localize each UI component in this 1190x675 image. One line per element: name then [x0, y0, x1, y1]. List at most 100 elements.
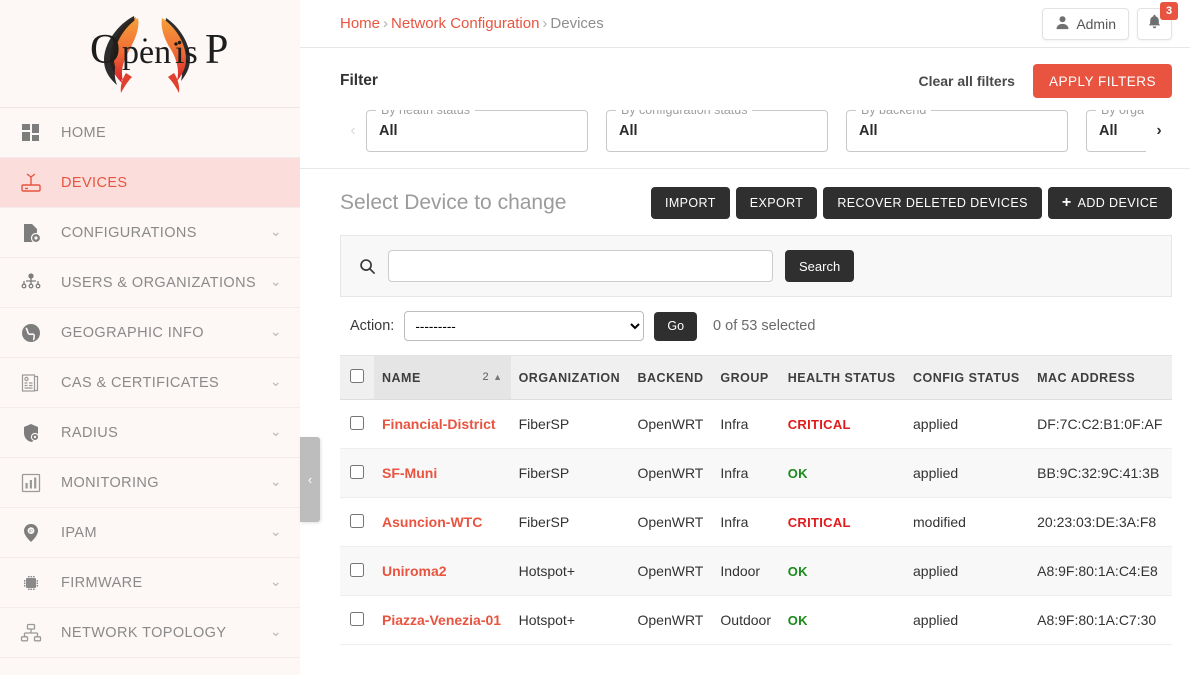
cell-health-status: CRITICAL — [779, 497, 905, 547]
action-go-button[interactable]: Go — [654, 311, 698, 341]
row-checkbox[interactable] — [350, 513, 364, 528]
row-checkbox[interactable] — [350, 611, 364, 626]
chevron-down-icon: ⌄ — [269, 522, 282, 539]
filter-panel: Filter Clear all filters APPLY FILTERS ‹… — [300, 48, 1190, 169]
recover-deleted-devices-button[interactable]: RECOVER DELETED DEVICES — [823, 187, 1042, 219]
sidebar-item-geographic-info[interactable]: GEOGRAPHIC INFO ⌄ — [0, 308, 300, 358]
admin-user-button[interactable]: Admin — [1042, 7, 1129, 40]
filter-by-backend[interactable]: By backend All — [846, 110, 1068, 152]
column-header-label: MAC ADDRESS — [1037, 370, 1136, 385]
grid-icon — [16, 120, 46, 146]
filter-prev-arrow[interactable]: ‹ — [340, 122, 366, 140]
device-link[interactable]: Asuncion-WTC — [382, 514, 482, 530]
sidebar-item-label: FIRMWARE — [61, 574, 143, 591]
filter-label: By configuration status — [616, 110, 753, 117]
export-button[interactable]: EXPORT — [735, 187, 818, 219]
sidebar-item-firmware[interactable]: FIRMWARE ⌄ — [0, 558, 300, 608]
sidebar: O pen is P HOME DEVICES CONFIGURATIONS ⌄… — [0, 0, 300, 675]
apply-filters-button[interactable]: APPLY FILTERS — [1032, 64, 1172, 98]
device-link[interactable]: Piazza-Venezia-01 — [382, 612, 501, 628]
cell-config-status: applied — [905, 595, 1030, 645]
column-header-name[interactable]: NAME 2 ▲ — [374, 355, 511, 400]
device-link[interactable]: Financial-District — [382, 416, 496, 432]
sidebar-item-cas-certificates[interactable]: CAS & CERTIFICATES ⌄ — [0, 358, 300, 408]
sidebar-item-configurations[interactable]: CONFIGURATIONS ⌄ — [0, 208, 300, 258]
sidebar-item-devices[interactable]: DEVICES — [0, 158, 300, 208]
search-input[interactable] — [388, 250, 773, 282]
add-device-button[interactable]: + ADD DEVICE — [1047, 187, 1172, 219]
sidebar-item-label: CAS & CERTIFICATES — [61, 374, 220, 391]
svg-text:IP: IP — [29, 528, 34, 533]
filter-by-organization[interactable]: By orga All — [1086, 110, 1146, 152]
select-all-checkbox[interactable] — [350, 369, 364, 383]
column-header-label: HEALTH STATUS — [787, 370, 896, 385]
filter-by-configuration-status[interactable]: By configuration status All — [606, 110, 828, 152]
cell-config-status: modified — [905, 497, 1030, 547]
sidebar-item-radius[interactable]: RADIUS ⌄ — [0, 408, 300, 458]
sidebar-item-network-topology[interactable]: NETWORK TOPOLOGY ⌄ — [0, 608, 300, 658]
sidebar-collapse-handle[interactable]: ‹ — [300, 437, 320, 522]
row-checkbox[interactable] — [350, 562, 364, 577]
column-header-group[interactable]: GROUP — [712, 355, 780, 400]
action-bar: Action: --------- Go 0 of 53 selected — [340, 297, 1172, 355]
table-row: Financial-District FiberSP OpenWRT Infra… — [340, 399, 1172, 449]
table-row: Uniroma2 Hotspot+ OpenWRT Indoor OK appl… — [340, 546, 1172, 596]
clear-all-filters-button[interactable]: Clear all filters — [918, 73, 1015, 89]
row-checkbox[interactable] — [350, 415, 364, 430]
recover-deleted-devices-label: RECOVER DELETED DEVICES — [837, 196, 1028, 210]
health-status-badge: CRITICAL — [787, 417, 851, 432]
import-button-label: IMPORT — [664, 196, 716, 210]
column-header-health-status[interactable]: HEALTH STATUS — [779, 355, 905, 400]
cell-name: SF-Muni — [374, 448, 511, 498]
cell-mac-address: A8:9F:80:1A:C7:30 — [1029, 595, 1172, 645]
device-link[interactable]: SF-Muni — [382, 465, 437, 481]
topology-icon — [16, 620, 46, 646]
cell-config-status: applied — [905, 546, 1030, 596]
filter-next-arrow[interactable]: › — [1146, 122, 1172, 140]
device-link[interactable]: Uniroma2 — [382, 563, 447, 579]
column-header-backend[interactable]: BACKEND — [629, 355, 713, 400]
column-header-label: BACKEND — [637, 370, 704, 385]
filter-value: All — [1099, 123, 1118, 139]
certificate-icon — [16, 370, 46, 396]
cell-group: Infra — [712, 448, 780, 498]
sidebar-item-home[interactable]: HOME — [0, 108, 300, 158]
row-select-cell — [340, 497, 374, 547]
sidebar-item-label: RADIUS — [61, 424, 119, 441]
action-label: Action: — [350, 318, 395, 334]
notifications-button[interactable]: 3 — [1137, 1, 1178, 40]
cell-group: Indoor — [712, 546, 780, 596]
import-button[interactable]: IMPORT — [650, 187, 730, 219]
chevron-down-icon: ⌄ — [269, 272, 282, 289]
column-header-config-status[interactable]: CONFIG STATUS — [905, 355, 1030, 400]
table-row: Asuncion-WTC FiberSP OpenWRT Infra CRITI… — [340, 497, 1172, 547]
shield-icon — [16, 420, 46, 446]
filter-header: Filter Clear all filters APPLY FILTERS — [340, 64, 1172, 98]
action-select[interactable]: --------- — [404, 311, 645, 341]
cell-name: Piazza-Venezia-01 — [374, 595, 511, 645]
cell-backend: OpenWRT — [629, 448, 713, 498]
cell-name: Financial-District — [374, 399, 511, 449]
row-checkbox[interactable] — [350, 464, 364, 479]
health-status-badge: OK — [787, 564, 808, 579]
filter-by-health-status[interactable]: By health status All — [366, 110, 588, 152]
sidebar-item-ipam[interactable]: IP IPAM ⌄ — [0, 508, 300, 558]
svg-text:pen: pen — [122, 34, 171, 71]
sidebar-item-label: DEVICES — [61, 174, 128, 191]
sidebar-item-users-organizations[interactable]: USERS & ORGANIZATIONS ⌄ — [0, 258, 300, 308]
search-button[interactable]: Search — [785, 250, 855, 282]
breadcrumb-network-configuration[interactable]: Network Configuration — [391, 15, 539, 32]
sort-indicator[interactable]: 2 ▲ — [483, 371, 503, 383]
breadcrumb-home[interactable]: Home — [340, 15, 380, 32]
filter-label: By backend — [856, 110, 932, 117]
column-header-mac-address[interactable]: MAC ADDRESS — [1029, 355, 1172, 400]
cell-mac-address: BB:9C:32:9C:41:3B — [1029, 448, 1172, 498]
sidebar-item-monitoring[interactable]: MONITORING ⌄ — [0, 458, 300, 508]
column-header-organization[interactable]: ORGANIZATION — [510, 355, 630, 400]
add-device-label: ADD DEVICE — [1077, 196, 1158, 210]
chevron-down-icon: ⌄ — [269, 372, 282, 389]
user-icon — [1055, 15, 1070, 33]
map-pin-ip-icon: IP — [16, 520, 46, 546]
openwisp-logo[interactable]: O pen is P — [0, 0, 300, 108]
filter-value: All — [379, 123, 398, 139]
